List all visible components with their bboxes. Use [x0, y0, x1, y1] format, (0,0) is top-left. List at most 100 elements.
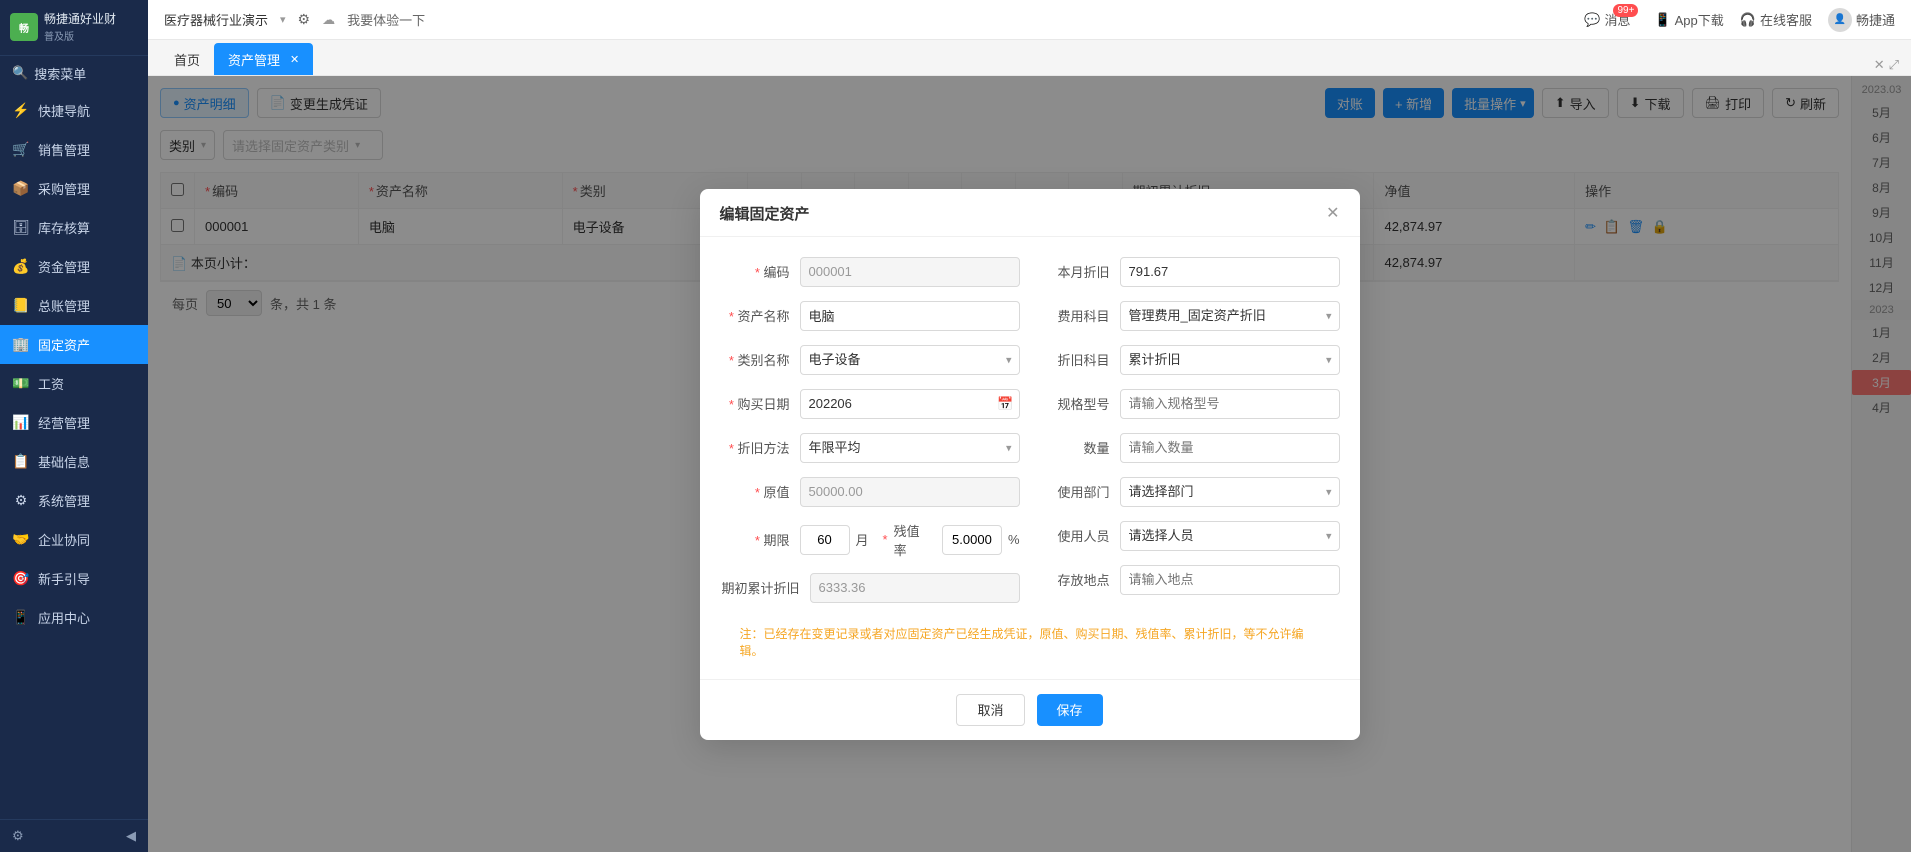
- save-button[interactable]: 保存: [1037, 694, 1103, 726]
- sidebar-item-purchase[interactable]: 📦 采购管理: [0, 169, 148, 208]
- sidebar-item-system[interactable]: ⚙ 系统管理: [0, 481, 148, 520]
- topbar-dropdown-icon: ▾: [280, 13, 286, 26]
- sidebar-item-fixed-assets[interactable]: 🏢 固定资产: [0, 325, 148, 364]
- sidebar-item-basic-info[interactable]: 📋 基础信息: [0, 442, 148, 481]
- dept-label: 使用部门: [1040, 482, 1120, 501]
- category-label: * 类别名称: [720, 350, 800, 369]
- period-row: 月 * 残值率 %: [800, 521, 1020, 559]
- quantity-input[interactable]: [1120, 433, 1340, 463]
- initial-dep-input[interactable]: [810, 573, 1020, 603]
- form-row-purchase-date: * 购买日期: [720, 389, 1020, 419]
- dep-method-label: * 折旧方法: [720, 438, 800, 457]
- modal-header: 编辑固定资产 ✕: [700, 189, 1360, 237]
- quicknav-icon: ⚡: [12, 101, 30, 119]
- sidebar-item-operations[interactable]: 📊 经营管理: [0, 403, 148, 442]
- messages-count: 99+: [1613, 4, 1638, 17]
- topbar-right: 💬 消息 99+ 📱 App下载 🎧 在线客服 👤 畅捷通: [1584, 8, 1895, 32]
- tab-expand-icon[interactable]: ⤢: [1889, 57, 1899, 73]
- sidebar-item-payroll[interactable]: 💵 工资: [0, 364, 148, 403]
- collapse-icon[interactable]: ◀: [126, 828, 136, 844]
- dep-method-select[interactable]: 年限平均: [800, 433, 1020, 463]
- form-row-user: 使用人员 请选择人员: [1040, 521, 1340, 551]
- initial-dep-label: 期初累计折旧: [720, 578, 810, 597]
- form-left: * 编码 * 资产名称 * 类别名称: [720, 257, 1020, 617]
- code-input[interactable]: [800, 257, 1020, 287]
- form-row-monthly-dep: 本月折旧: [1040, 257, 1340, 287]
- tab-home[interactable]: 首页: [160, 43, 214, 75]
- spec-input[interactable]: [1120, 389, 1340, 419]
- dept-select-wrap: 请选择部门: [1120, 477, 1340, 507]
- residual-rate-label: *: [883, 532, 888, 547]
- fixed-assets-icon: 🏢: [12, 335, 30, 353]
- category-select[interactable]: 电子设备: [800, 345, 1020, 375]
- expense-account-wrap: 管理费用_固定资产折旧: [1120, 301, 1340, 331]
- dep-method-select-wrap: 年限平均: [800, 433, 1020, 463]
- user-label: 使用人员: [1040, 526, 1120, 545]
- modal-close-btn[interactable]: ✕: [1326, 203, 1339, 223]
- messages-btn[interactable]: 💬 消息 99+: [1584, 10, 1630, 29]
- period-unit: 月: [856, 530, 869, 549]
- sidebar-item-ledger[interactable]: 📒 总账管理: [0, 286, 148, 325]
- tab-asset-mgmt[interactable]: 资产管理 ✕: [214, 43, 313, 75]
- expense-account-select[interactable]: 管理费用_固定资产折旧: [1120, 301, 1340, 331]
- sidebar-item-finance[interactable]: 💰 资金管理: [0, 247, 148, 286]
- sidebar-search[interactable]: 🔍 搜索菜单: [0, 56, 148, 91]
- form-row-quantity: 数量: [1040, 433, 1340, 463]
- dept-select[interactable]: 请选择部门: [1120, 477, 1340, 507]
- sidebar: 畅 畅捷通好业财 普及版 🔍 搜索菜单 ⚡ 快捷导航 🛒 销售管理 📦 采: [0, 0, 148, 852]
- sidebar-item-sales[interactable]: 🛒 销售管理: [0, 130, 148, 169]
- message-icon: 💬: [1584, 12, 1600, 28]
- percent-unit: %: [1008, 532, 1020, 547]
- name-input[interactable]: [800, 301, 1020, 331]
- dep-account-label: 折旧科目: [1040, 350, 1120, 369]
- main-area: 医疗器械行业演示 ▾ ⚙ ☁ 我要体验一下 💬 消息 99+ 📱 App下载 🎧…: [148, 0, 1911, 852]
- form-row-original: * 原值: [720, 477, 1020, 507]
- form-row-spec: 规格型号: [1040, 389, 1340, 419]
- settings-icon[interactable]: ⚙: [12, 828, 24, 844]
- app-download-icon: 📱: [1654, 12, 1670, 28]
- form-row-period: * 期限 月 * 残值率 %: [720, 521, 1020, 559]
- sidebar-bottom: ⚙ ◀: [0, 819, 148, 852]
- sidebar-item-quicknav[interactable]: ⚡ 快捷导航: [0, 91, 148, 130]
- experience-label[interactable]: 我要体验一下: [347, 10, 425, 29]
- location-input[interactable]: [1120, 565, 1340, 595]
- sidebar-item-enterprise[interactable]: 🤝 企业协同: [0, 520, 148, 559]
- online-service-btn[interactable]: 🎧 在线客服: [1740, 10, 1812, 29]
- sidebar-logo: 畅 畅捷通好业财 普及版: [0, 0, 148, 56]
- tab-close-all-icon[interactable]: ✕: [1874, 57, 1885, 73]
- avatar: 👤: [1828, 8, 1852, 32]
- form-row-dep-method: * 折旧方法 年限平均: [720, 433, 1020, 463]
- period-input[interactable]: [800, 525, 850, 555]
- dep-account-select[interactable]: 累计折旧: [1120, 345, 1340, 375]
- sidebar-item-app-center[interactable]: 📱 应用中心: [0, 598, 148, 637]
- sidebar-item-inventory[interactable]: 🗄 库存核算: [0, 208, 148, 247]
- expense-account-label: 费用科目: [1040, 306, 1120, 325]
- user-menu[interactable]: 👤 畅捷通: [1828, 8, 1895, 32]
- modal-footer: 取消 保存: [700, 679, 1360, 740]
- form-grid: * 编码 * 资产名称 * 类别名称: [720, 257, 1340, 617]
- experience-icon: ☁: [322, 12, 335, 28]
- form-row-initial-dep: 期初累计折旧: [720, 573, 1020, 603]
- code-label: * 编码: [720, 262, 800, 281]
- form-note: 注：已经存在变更记录或者对应固定资产已经生成凭证，原值、购买日期、残值率、累计折…: [720, 617, 1340, 659]
- payroll-icon: 💵: [12, 374, 30, 392]
- logo-name: 畅捷通好业财: [44, 12, 116, 28]
- category-select-wrap: 电子设备: [800, 345, 1020, 375]
- original-input[interactable]: [800, 477, 1020, 507]
- inventory-icon: 🗄: [12, 218, 30, 236]
- form-row-location: 存放地点: [1040, 565, 1340, 595]
- app-download-btn[interactable]: 📱 App下载: [1654, 10, 1723, 29]
- finance-icon: 💰: [12, 257, 30, 275]
- user-select[interactable]: 请选择人员: [1120, 521, 1340, 551]
- form-right: 本月折旧 费用科目 管理费用_固定资产折旧: [1040, 257, 1340, 617]
- tab-close-icon[interactable]: ✕: [290, 53, 299, 66]
- purchase-date-input[interactable]: [800, 389, 1020, 419]
- monthly-dep-input[interactable]: [1120, 257, 1340, 287]
- topbar: 医疗器械行业演示 ▾ ⚙ ☁ 我要体验一下 💬 消息 99+ 📱 App下载 🎧…: [148, 0, 1911, 40]
- settings-btn[interactable]: ⚙: [298, 11, 311, 28]
- form-row-expense-account: 费用科目 管理费用_固定资产折旧: [1040, 301, 1340, 331]
- residual-rate-input[interactable]: [942, 525, 1002, 555]
- sidebar-item-newbie[interactable]: 🎯 新手引导: [0, 559, 148, 598]
- form-row-dept: 使用部门 请选择部门: [1040, 477, 1340, 507]
- cancel-button[interactable]: 取消: [956, 694, 1024, 726]
